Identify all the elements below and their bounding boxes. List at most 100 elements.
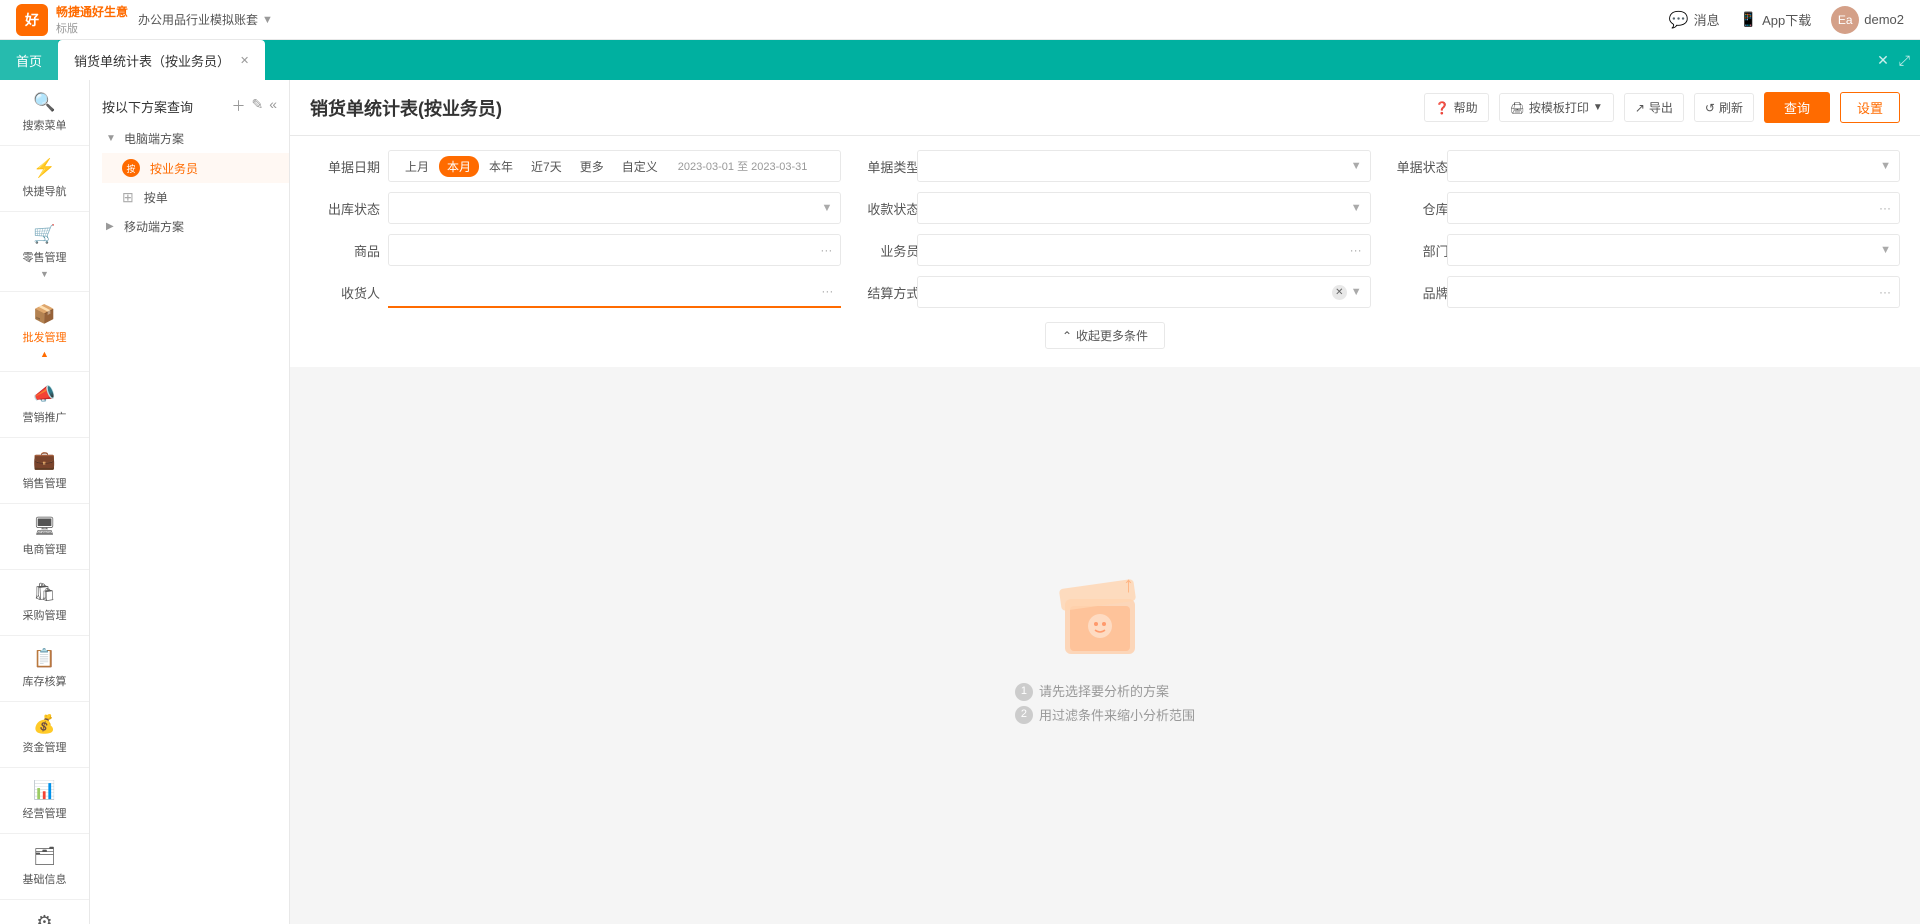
message-label: 消息: [1694, 10, 1720, 29]
filter-row-3: 商品 ··· 业务员 ··· 部门 ▼: [310, 234, 1900, 266]
collapse-panel-btn[interactable]: «: [269, 96, 277, 116]
sidebar-item-operation[interactable]: 📊 经营管理: [0, 768, 89, 834]
sidebar-item-quick-nav[interactable]: ⚡ 快捷导航: [0, 146, 89, 212]
refresh-label: 刷新: [1719, 99, 1743, 116]
refresh-icon: ↺: [1705, 101, 1715, 115]
tree-group-pc[interactable]: ▼ 电脑端方案: [90, 124, 289, 153]
salesperson-label: 业务员: [849, 241, 919, 260]
product-input[interactable]: ···: [388, 234, 841, 266]
print-chevron-icon: ▼: [1593, 102, 1603, 113]
logo-brand: 畅捷通好生意: [56, 3, 128, 20]
inventory-icon: 📋: [33, 648, 55, 669]
sidebar-item-marketing[interactable]: 📣 营销推广: [0, 372, 89, 438]
sidebar-item-wholesale[interactable]: 📦 批发管理 ▲: [0, 292, 89, 372]
system-icon: ⚙: [36, 912, 52, 924]
sidebar-item-ecommerce[interactable]: 🖥 电商管理: [0, 504, 89, 570]
sidebar-item-finance[interactable]: 💰 资金管理: [0, 702, 89, 768]
search-icon: 🔍: [33, 92, 55, 113]
export-button[interactable]: ↗ 导出: [1624, 93, 1684, 122]
sidebar-item-search[interactable]: 🔍 搜索菜单: [0, 80, 89, 146]
sidebar-item-retail[interactable]: 🛒 零售管理 ▼: [0, 212, 89, 292]
dept-select[interactable]: ▼: [1447, 234, 1900, 266]
settings-button[interactable]: 设置: [1840, 92, 1900, 123]
print-button[interactable]: 🖨 按模板打印 ▼: [1499, 93, 1614, 122]
date-tab-more[interactable]: 更多: [572, 156, 612, 177]
date-tab-custom[interactable]: 自定义: [614, 156, 666, 177]
header-right: 💬 消息 📱 App下载 Ea demo2: [1669, 6, 1904, 34]
account-switcher[interactable]: 办公用品行业模拟账套 ▼: [138, 11, 273, 28]
refresh-button[interactable]: ↺ 刷新: [1694, 93, 1754, 122]
tab-close-icon[interactable]: ✕: [240, 54, 249, 67]
wholesale-expand-icon: ▲: [40, 349, 49, 359]
top-header: 好 畅捷通好生意 标版 办公用品行业模拟账套 ▼ 💬 消息 📱 App下载 Ea…: [0, 0, 1920, 40]
help-button[interactable]: ❓ 帮助: [1424, 93, 1489, 122]
payment-status-select[interactable]: ▼: [917, 192, 1370, 224]
date-tab-last-month[interactable]: 上月: [397, 156, 437, 177]
sidebar-item-inventory[interactable]: 📋 库存核算: [0, 636, 89, 702]
payment-method-select[interactable]: ✕ ▼: [917, 276, 1370, 308]
outbound-status-select[interactable]: ▼: [388, 192, 841, 224]
expand-tab-btn[interactable]: ⤢: [1899, 52, 1910, 69]
salesperson-input[interactable]: ···: [917, 234, 1370, 266]
tree-toggle-pc: ▼: [106, 133, 118, 144]
edit-scheme-btn[interactable]: ✎: [251, 96, 263, 116]
filter-row-1: 单据日期 上月 本月 本年 近7天 更多 自定义 2023-03-01 至 20…: [310, 150, 1900, 182]
ecommerce-icon: 🖥: [33, 516, 56, 537]
date-tab-this-year[interactable]: 本年: [481, 156, 521, 177]
quick-nav-icon: ⚡: [33, 158, 55, 179]
page-title-bar: 销货单统计表(按业务员) ❓ 帮助 🖨 按模板打印 ▼ ↗ 导出: [290, 80, 1920, 136]
date-tab-7days[interactable]: 近7天: [523, 156, 570, 177]
brand-input[interactable]: ···: [1447, 276, 1900, 308]
user-menu[interactable]: Ea demo2: [1831, 6, 1904, 34]
sidebar-item-sales[interactable]: 💼 销售管理: [0, 438, 89, 504]
sidebar-label-search: 搜索菜单: [23, 117, 67, 133]
add-scheme-btn[interactable]: ＋: [231, 96, 245, 116]
collapse-area: ⌃ 收起更多条件: [310, 318, 1900, 353]
query-button[interactable]: 查询: [1764, 92, 1830, 123]
sidebar-item-basic[interactable]: 🗂 基础信息: [0, 834, 89, 900]
app-download-button[interactable]: 📱 App下载: [1740, 10, 1812, 29]
sidebar-item-system[interactable]: ⚙ 系统管理: [0, 900, 89, 924]
date-tab-this-month[interactable]: 本月: [439, 156, 479, 177]
tab-home-label: 首页: [16, 51, 42, 70]
sidebar-label-quick-nav: 快捷导航: [23, 183, 67, 199]
payment-method-label: 结算方式: [849, 283, 919, 302]
tree-item-by-order[interactable]: ⊞ 按单: [102, 183, 289, 212]
empty-hint-2: 2 用过滤条件来缩小分析范围: [1015, 704, 1195, 727]
bill-status-select[interactable]: ▼: [1447, 150, 1900, 182]
username-label: demo2: [1864, 12, 1904, 27]
help-label: 帮助: [1454, 99, 1478, 116]
sidebar-label-wholesale: 批发管理: [23, 329, 67, 345]
bill-type-label: 单据类型: [849, 157, 919, 176]
settings-label: 设置: [1857, 101, 1883, 116]
tree-pc-children: 按 按业务员 ⊞ 按单: [90, 153, 289, 212]
close-tab-btn[interactable]: ✕: [1877, 52, 1889, 69]
bill-status-label: 单据状态: [1379, 157, 1449, 176]
payment-method-clear[interactable]: ✕: [1332, 285, 1347, 300]
sidebar-label-marketing: 营销推广: [23, 409, 67, 425]
receiver-label: 收货人: [310, 283, 380, 302]
payment-status-label: 收款状态: [849, 199, 919, 218]
sidebar-item-purchase[interactable]: 🛍 采购管理: [0, 570, 89, 636]
tree-group-mobile-label: 移动端方案: [124, 218, 184, 235]
bill-type-select[interactable]: ▼: [917, 150, 1370, 182]
account-dropdown-icon[interactable]: ▼: [262, 14, 273, 26]
empty-hint-1-text: 请先选择要分析的方案: [1039, 680, 1169, 703]
tab-sales-stat[interactable]: 销货单统计表（按业务员） ✕: [58, 40, 265, 80]
message-button[interactable]: 💬 消息: [1669, 10, 1720, 30]
receiver-input[interactable]: ···: [388, 276, 841, 308]
collapse-chevron-icon: ⌃: [1062, 329, 1072, 343]
message-icon: 💬: [1669, 10, 1689, 30]
tree-group-mobile[interactable]: ▶ 移动端方案: [90, 212, 289, 241]
warehouse-input[interactable]: ···: [1447, 192, 1900, 224]
export-label: 导出: [1649, 99, 1673, 116]
brand-dots: ···: [1879, 285, 1891, 299]
tree-item-by-salesperson[interactable]: 按 按业务员: [102, 153, 289, 183]
tab-home[interactable]: 首页: [0, 40, 58, 80]
order-scheme-icon: ⊞: [122, 189, 134, 206]
sidebar: 🔍 搜索菜单 ⚡ 快捷导航 🛒 零售管理 ▼ 📦 批发管理 ▲ 📣 营销推广 💼…: [0, 80, 90, 924]
date-tabs: 上月 本月 本年 近7天 更多 自定义: [397, 156, 666, 177]
outbound-status-label: 出库状态: [310, 199, 380, 218]
date-filter[interactable]: 上月 本月 本年 近7天 更多 自定义 2023-03-01 至 2023-03…: [388, 150, 841, 182]
collapse-button[interactable]: ⌃ 收起更多条件: [1045, 322, 1165, 349]
